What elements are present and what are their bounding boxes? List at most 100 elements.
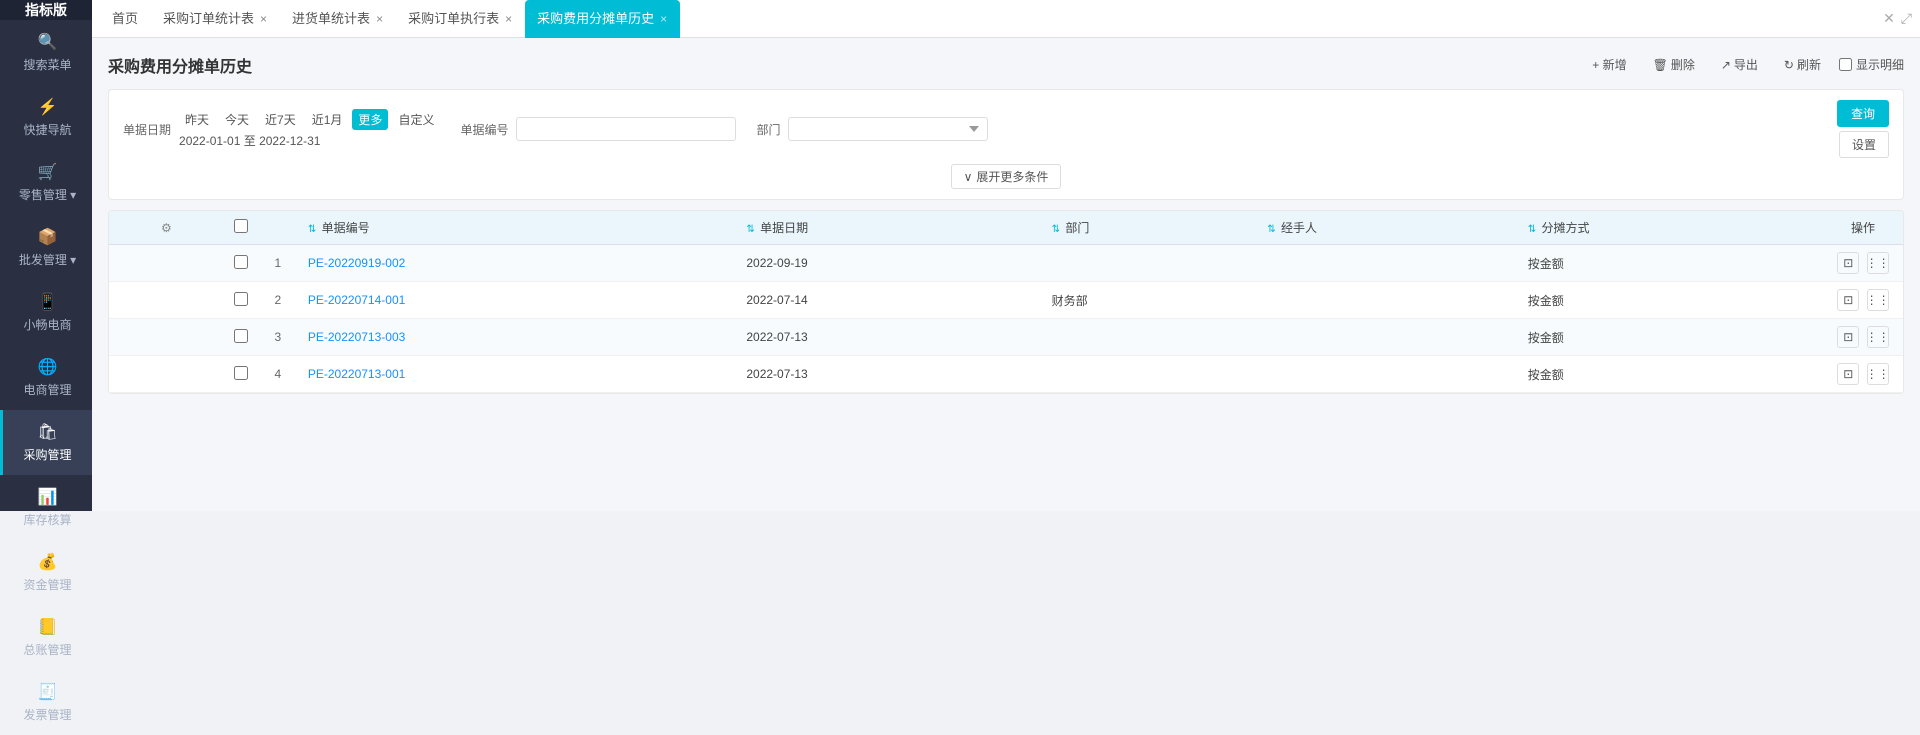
sort-date-icon: ⇅ [746,224,754,235]
col-date[interactable]: ⇅ 单据日期 [736,211,1041,245]
sidebar-item-shortcut[interactable]: ⚡ 快捷导航 [0,85,92,150]
row-check-3[interactable] [224,356,258,393]
more-op-icon-1[interactable]: ⋮⋮ [1867,289,1889,311]
order-no-input[interactable] [516,117,736,141]
date-btn-more[interactable]: 更多 [352,109,388,130]
col-settings[interactable]: ⚙ [109,211,224,245]
ledger-icon: 📒 [3,617,92,637]
view-op-icon-3[interactable]: ⊡ [1837,363,1859,385]
export-icon: ↗ [1721,58,1731,72]
more-op-icon-3[interactable]: ⋮⋮ [1867,363,1889,385]
inventory-icon: 📊 [3,487,92,507]
tab-home[interactable]: 首页 [100,0,151,38]
sidebar-item-ledger[interactable]: 📒 总账管理 [0,605,92,670]
filter-right-buttons: 查询 设置 [1837,100,1889,158]
table-row: 4 PE-20220713-001 2022-07-13 按金额 ⊡ ⋮⋮ [109,356,1903,393]
tab-purchase-order-stats[interactable]: 采购订单统计表 × [151,0,280,38]
view-op-icon-2[interactable]: ⊡ [1837,326,1859,348]
tab-actions: ✕ ⤢ [1883,10,1912,27]
page-header: 采购费用分摊单历史 + 新增 🗑 删除 ↗ 导出 ↻ 刷新 显示明细 [108,52,1904,77]
sidebar-item-mini[interactable]: 📱 小畅电商 [0,280,92,345]
add-button[interactable]: + 新增 [1584,52,1634,77]
order-no-filter-group: 单据编号 [460,117,736,141]
search-button[interactable]: 查询 [1837,100,1889,127]
view-op-icon-1[interactable]: ⊡ [1837,289,1859,311]
row-dept-0 [1042,245,1258,282]
tab-purchase-order-exec[interactable]: 采购订单执行表 × [396,0,525,38]
row-settings-3 [109,356,224,393]
mini-icon: 📱 [3,292,92,312]
table-header-row: ⚙ ⇅ 单据编号 ⇅ 单据日期 [109,211,1903,245]
filter-settings-button[interactable]: 设置 [1839,131,1889,158]
expand-more-button[interactable]: ∨ 展开更多条件 [951,164,1062,189]
export-button[interactable]: ↗ 导出 [1713,52,1766,77]
close-all-tabs-icon[interactable]: ✕ [1883,10,1895,27]
show-cols-checkbox[interactable] [1839,58,1852,71]
col-order-no[interactable]: ⇅ 单据编号 [298,211,736,245]
close-tab-purchase-expense-split[interactable]: × [660,0,667,38]
sort-order-no-icon: ⇅ [308,224,316,235]
shortcut-icon: ⚡ [3,97,92,117]
row-dept-1: 财务部 [1042,282,1258,319]
row-order-no-3: PE-20220713-001 [298,356,736,393]
close-tab-purchase-order-stats[interactable]: × [260,0,267,38]
dept-select[interactable] [788,117,988,141]
sidebar-item-purchase[interactable]: 🛍 采购管理 [0,410,92,475]
row-checkbox-1[interactable] [234,292,248,306]
row-checkbox-0[interactable] [234,255,248,269]
date-btn-yesterday[interactable]: 昨天 [179,109,215,130]
close-tab-incoming-stats[interactable]: × [376,0,383,38]
select-all-checkbox[interactable] [234,219,248,233]
maximize-icon[interactable]: ⤢ [1901,10,1912,27]
delete-button[interactable]: 🗑 删除 [1645,52,1703,77]
page-title: 采购费用分摊单历史 [108,53,252,77]
sort-split-icon: ⇅ [1528,224,1536,235]
tab-purchase-expense-split[interactable]: 采购费用分摊单历史 × [525,0,680,38]
refresh-button[interactable]: ↻ 刷新 [1776,52,1829,77]
row-checkbox-3[interactable] [234,366,248,380]
sidebar-item-invoice[interactable]: 🧾 发票管理 [0,670,92,735]
order-no-link-1[interactable]: PE-20220714-001 [308,293,405,307]
sidebar: 指标版 🔍 搜索菜单 ⚡ 快捷导航 🛒 零售管理 ▾ 📦 批发管理 ▾ 📱 小畅… [0,0,92,511]
sidebar-logo: 指标版 [0,0,92,20]
table-row: 2 PE-20220714-001 2022-07-14 财务部 按金额 ⊡ ⋮… [109,282,1903,319]
row-split-method-1: 按金额 [1518,282,1823,319]
date-btn-today[interactable]: 今天 [219,109,255,130]
row-date-2: 2022-07-13 [736,319,1041,356]
col-split-method[interactable]: ⇅ 分摊方式 [1518,211,1823,245]
sidebar-item-search[interactable]: 🔍 搜索菜单 [0,20,92,85]
row-ops-3: ⊡ ⋮⋮ [1823,356,1903,393]
more-op-icon-2[interactable]: ⋮⋮ [1867,326,1889,348]
show-cols-checkbox-label[interactable]: 显示明细 [1839,56,1904,73]
sidebar-item-retail[interactable]: 🛒 零售管理 ▾ [0,150,92,215]
row-date-3: 2022-07-13 [736,356,1041,393]
close-tab-purchase-order-exec[interactable]: × [505,0,512,38]
row-split-method-0: 按金额 [1518,245,1823,282]
col-ops: 操作 [1823,211,1903,245]
date-btn-1month[interactable]: 近1月 [306,109,349,130]
date-btn-7days[interactable]: 近7天 [259,109,302,130]
row-check-0[interactable] [224,245,258,282]
col-handler[interactable]: ⇅ 经手人 [1257,211,1517,245]
more-op-icon-0[interactable]: ⋮⋮ [1867,252,1889,274]
row-settings-2 [109,319,224,356]
row-check-1[interactable] [224,282,258,319]
order-no-link-2[interactable]: PE-20220713-003 [308,330,405,344]
data-table-wrap: ⚙ ⇅ 单据编号 ⇅ 单据日期 [108,210,1904,394]
date-btn-custom[interactable]: 自定义 [392,109,440,130]
sidebar-item-inventory[interactable]: 📊 库存核算 [0,475,92,540]
sidebar-item-wholesale[interactable]: 📦 批发管理 ▾ [0,215,92,280]
sidebar-item-finance[interactable]: 💰 资金管理 [0,540,92,605]
row-num-0: 1 [258,245,298,282]
row-checkbox-2[interactable] [234,329,248,343]
row-num-1: 2 [258,282,298,319]
invoice-icon: 🧾 [3,682,92,702]
tab-incoming-stats[interactable]: 进货单统计表 × [280,0,396,38]
row-check-2[interactable] [224,319,258,356]
search-icon: 🔍 [3,32,92,52]
col-dept[interactable]: ⇅ 部门 [1042,211,1258,245]
sidebar-item-ecom[interactable]: 🌐 电商管理 [0,345,92,410]
view-op-icon-0[interactable]: ⊡ [1837,252,1859,274]
order-no-link-3[interactable]: PE-20220713-001 [308,367,405,381]
order-no-link-0[interactable]: PE-20220919-002 [308,256,405,270]
